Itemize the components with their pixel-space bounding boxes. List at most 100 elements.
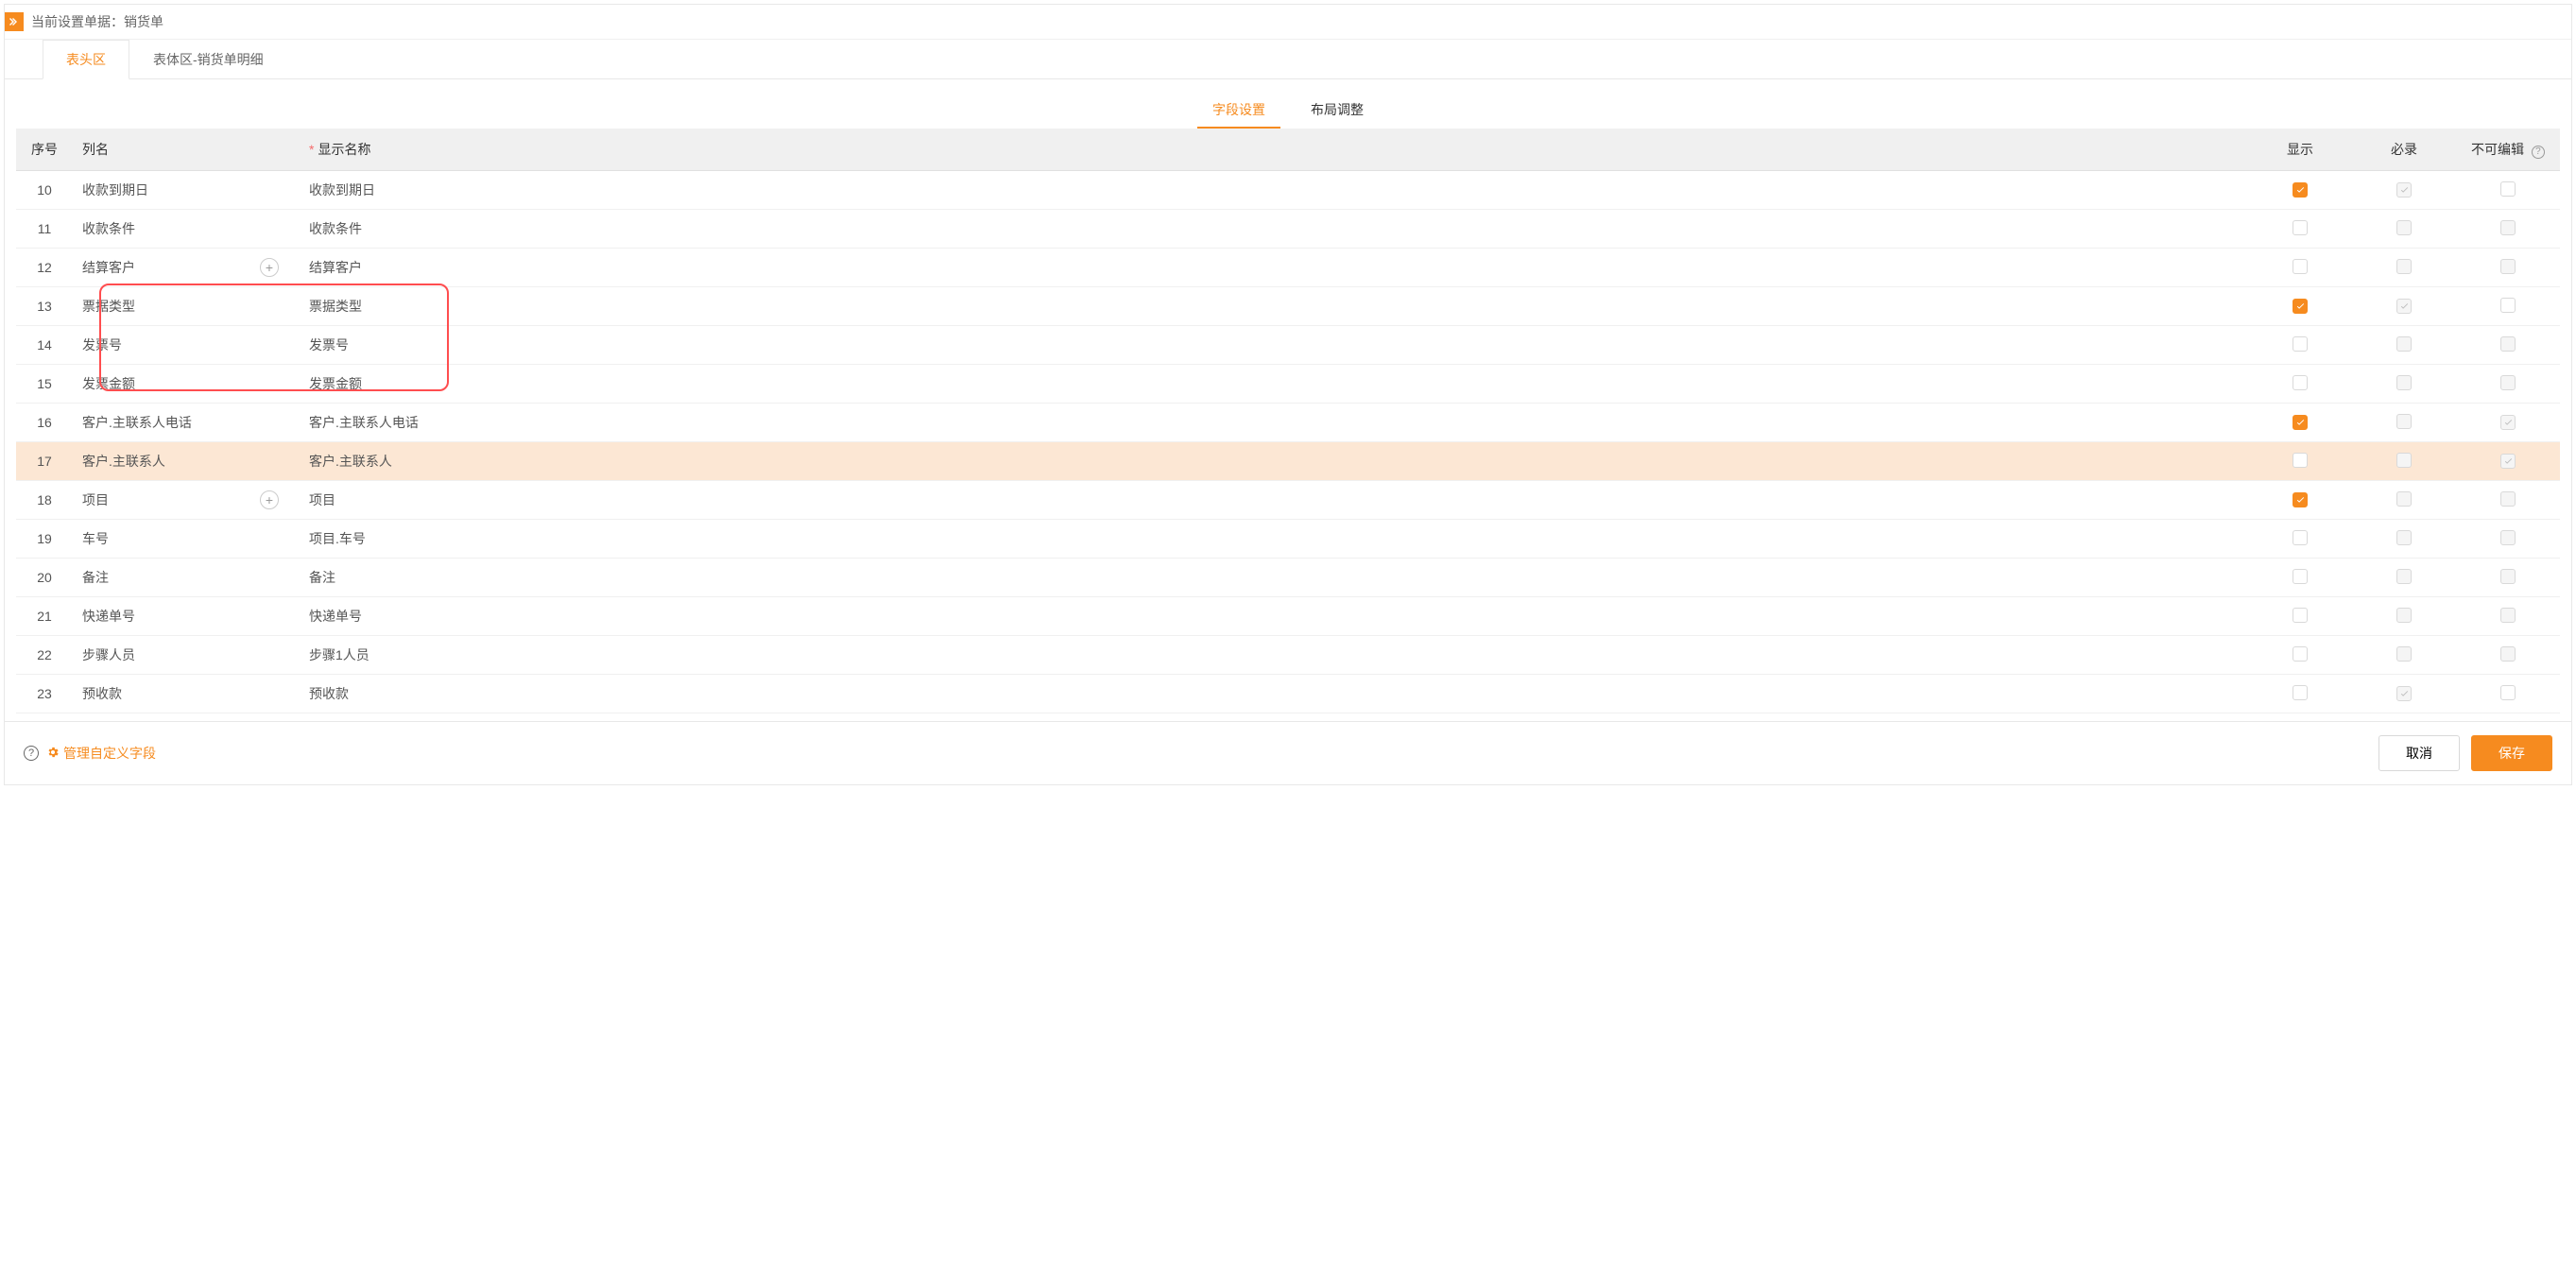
- cell-required: [2352, 326, 2456, 365]
- cell-name: 预收款: [73, 675, 300, 713]
- checkbox-readonly[interactable]: [2500, 298, 2516, 313]
- field-name-label: 项目: [82, 490, 109, 509]
- cell-seq: 23: [16, 675, 73, 713]
- checkbox-readonly[interactable]: [2500, 181, 2516, 197]
- table-row[interactable]: 22 步骤人员 步骤1人员: [16, 636, 2560, 675]
- checkbox-readonly: [2500, 259, 2516, 274]
- cell-name: 客户.主联系人电话: [73, 404, 300, 442]
- cell-display-name[interactable]: 收款条件: [300, 210, 2248, 249]
- expand-plus-button[interactable]: +: [260, 258, 279, 277]
- cell-display-name[interactable]: 项目: [300, 481, 2248, 520]
- checkbox-show[interactable]: [2293, 530, 2308, 545]
- cell-seq: 11: [16, 210, 73, 249]
- checkbox-show[interactable]: [2293, 453, 2308, 468]
- checkbox-show[interactable]: [2293, 182, 2308, 198]
- field-name-label: 快递单号: [82, 607, 135, 626]
- checkbox-readonly: [2500, 375, 2516, 390]
- checkbox-required: [2396, 453, 2412, 468]
- cell-display-name[interactable]: 发票号: [300, 326, 2248, 365]
- cell-required: [2352, 520, 2456, 559]
- cell-display-name[interactable]: 客户.主联系人电话: [300, 404, 2248, 442]
- col-header-seq: 序号: [16, 129, 73, 171]
- checkbox-show[interactable]: [2293, 646, 2308, 662]
- subtab-field-settings[interactable]: 字段设置: [1197, 93, 1280, 129]
- cell-display-name[interactable]: 票据类型: [300, 287, 2248, 326]
- table-row[interactable]: 15 发票金额 发票金额: [16, 365, 2560, 404]
- table-wrapper: 序号 列名 *显示名称 显示 必录 不可编辑 ? 10 收款到期日 收款到期日: [5, 129, 2571, 713]
- checkbox-show[interactable]: [2293, 299, 2308, 314]
- cell-readonly: [2456, 287, 2560, 326]
- checkbox-required: [2396, 259, 2412, 274]
- table-row[interactable]: 17 客户.主联系人 客户.主联系人: [16, 442, 2560, 481]
- field-name-label: 发票金额: [82, 374, 135, 393]
- cell-display-name[interactable]: 预收款: [300, 675, 2248, 713]
- expand-toggle[interactable]: [5, 12, 24, 31]
- checkbox-readonly: [2500, 415, 2516, 430]
- table-row[interactable]: 19 车号 项目.车号: [16, 520, 2560, 559]
- cell-display-name[interactable]: 收款到期日: [300, 171, 2248, 210]
- checkbox-show[interactable]: [2293, 336, 2308, 352]
- checkbox-required: [2396, 375, 2412, 390]
- table-row[interactable]: 21 快递单号 快递单号: [16, 597, 2560, 636]
- checkbox-readonly[interactable]: [2500, 685, 2516, 700]
- checkbox-show[interactable]: [2293, 492, 2308, 507]
- checkbox-show[interactable]: [2293, 415, 2308, 430]
- cell-readonly: [2456, 249, 2560, 287]
- cell-name: 发票金额: [73, 365, 300, 404]
- table-row[interactable]: 12 结算客户+ 结算客户: [16, 249, 2560, 287]
- cell-readonly: [2456, 404, 2560, 442]
- cell-show: [2248, 597, 2352, 636]
- checkbox-show[interactable]: [2293, 259, 2308, 274]
- expand-plus-button[interactable]: +: [260, 490, 279, 509]
- checkbox-show[interactable]: [2293, 220, 2308, 235]
- table-row[interactable]: 20 备注 备注: [16, 559, 2560, 597]
- checkbox-required: [2396, 336, 2412, 352]
- cell-display-name[interactable]: 备注: [300, 559, 2248, 597]
- required-star-icon: *: [309, 142, 314, 157]
- tab-body-area[interactable]: 表体区-销货单明细: [129, 40, 287, 78]
- table-row[interactable]: 14 发票号 发票号: [16, 326, 2560, 365]
- cell-readonly: [2456, 481, 2560, 520]
- subtab-layout-adjust[interactable]: 布局调整: [1296, 93, 1379, 129]
- cancel-button[interactable]: 取消: [2379, 735, 2460, 771]
- settings-panel: 当前设置单据：销货单 表头区 表体区-销货单明细 字段设置 布局调整 序号 列名…: [4, 4, 2572, 785]
- checkbox-show[interactable]: [2293, 608, 2308, 623]
- checkbox-show[interactable]: [2293, 375, 2308, 390]
- checkbox-readonly: [2500, 569, 2516, 584]
- cell-seq: 20: [16, 559, 73, 597]
- table-row[interactable]: 10 收款到期日 收款到期日: [16, 171, 2560, 210]
- field-name-label: 步骤人员: [82, 645, 135, 664]
- chevron-right-icon: [9, 16, 20, 27]
- cell-name: 发票号: [73, 326, 300, 365]
- help-icon[interactable]: ?: [2532, 146, 2545, 159]
- cell-seq: 10: [16, 171, 73, 210]
- table-row[interactable]: 13 票据类型 票据类型: [16, 287, 2560, 326]
- cell-display-name[interactable]: 项目.车号: [300, 520, 2248, 559]
- cell-display-name[interactable]: 步骤1人员: [300, 636, 2248, 675]
- save-button[interactable]: 保存: [2471, 735, 2552, 771]
- cell-seq: 17: [16, 442, 73, 481]
- tab-header-area[interactable]: 表头区: [43, 40, 129, 79]
- cell-seq: 16: [16, 404, 73, 442]
- checkbox-show[interactable]: [2293, 569, 2308, 584]
- col-header-readonly: 不可编辑 ?: [2456, 129, 2560, 171]
- table-row[interactable]: 16 客户.主联系人电话 客户.主联系人电话: [16, 404, 2560, 442]
- cell-readonly: [2456, 171, 2560, 210]
- table-row[interactable]: 23 预收款 预收款: [16, 675, 2560, 713]
- question-icon[interactable]: ?: [24, 746, 39, 761]
- cell-seq: 14: [16, 326, 73, 365]
- checkbox-readonly: [2500, 220, 2516, 235]
- cell-display-name[interactable]: 客户.主联系人: [300, 442, 2248, 481]
- checkbox-required: [2396, 220, 2412, 235]
- cell-display-name[interactable]: 发票金额: [300, 365, 2248, 404]
- cell-show: [2248, 249, 2352, 287]
- checkbox-show[interactable]: [2293, 685, 2308, 700]
- col-header-required: 必录: [2352, 129, 2456, 171]
- cell-display-name[interactable]: 结算客户: [300, 249, 2248, 287]
- cell-seq: 19: [16, 520, 73, 559]
- table-row[interactable]: 18 项目+ 项目: [16, 481, 2560, 520]
- cell-readonly: [2456, 597, 2560, 636]
- table-row[interactable]: 11 收款条件 收款条件: [16, 210, 2560, 249]
- cell-display-name[interactable]: 快递单号: [300, 597, 2248, 636]
- manage-custom-fields-link[interactable]: 管理自定义字段: [46, 744, 156, 763]
